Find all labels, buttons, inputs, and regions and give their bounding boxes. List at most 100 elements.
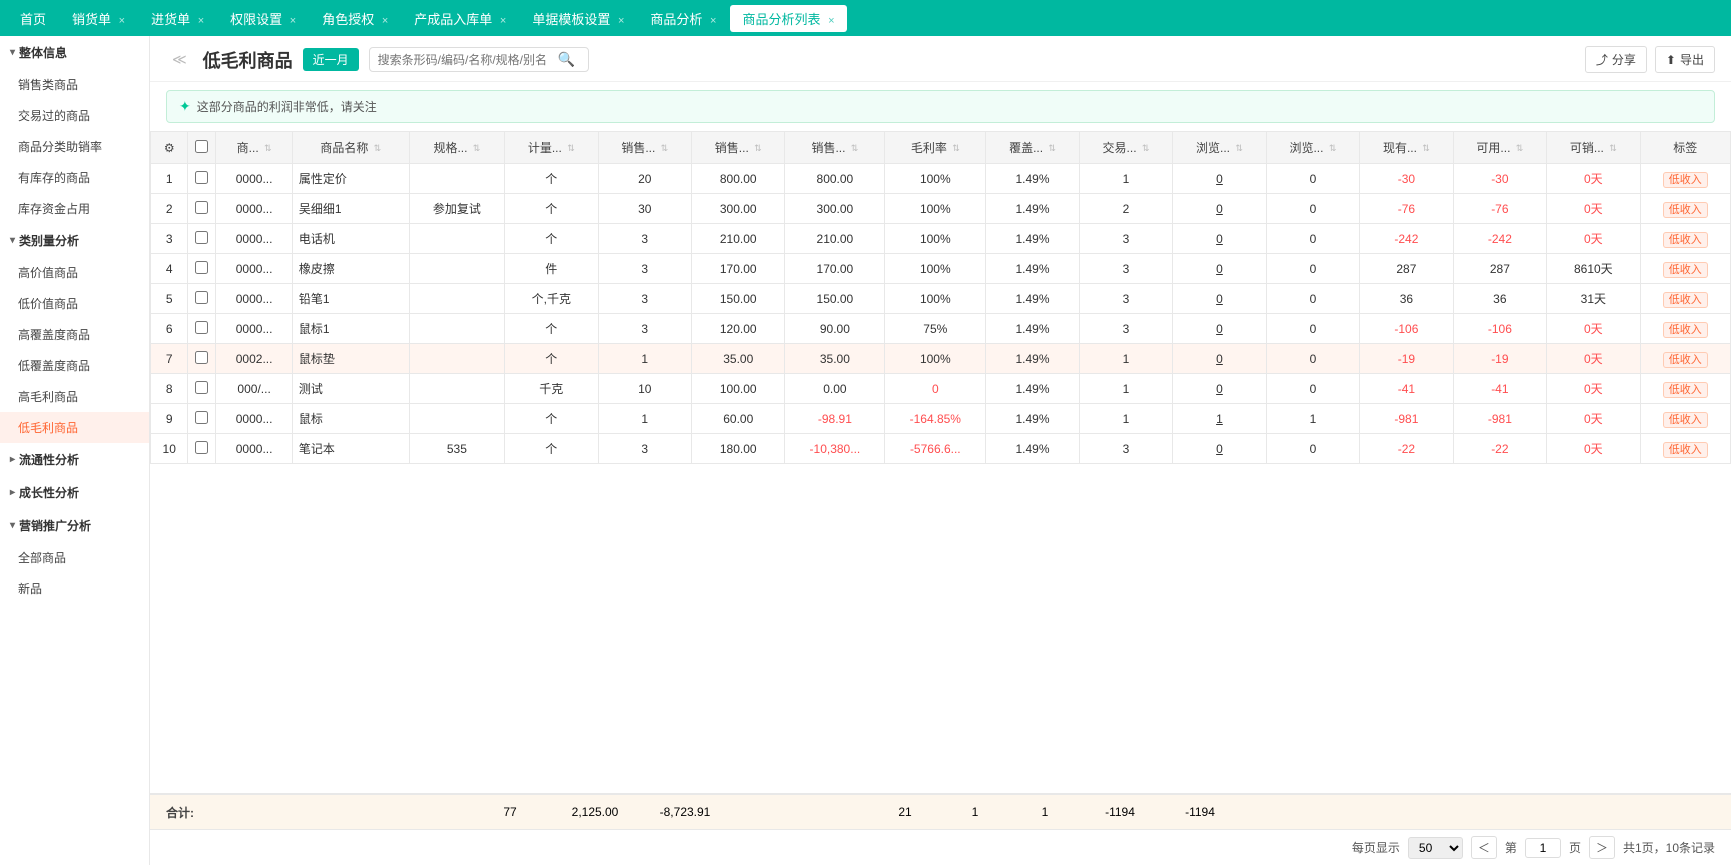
select-all-checkbox[interactable] (195, 140, 208, 153)
col-spec[interactable]: 规格... ⇅ (409, 132, 504, 164)
close-icon[interactable]: × (710, 15, 716, 27)
row-select-checkbox[interactable] (195, 201, 208, 214)
table-container[interactable]: ⚙ 商... ⇅ 商品名称 ⇅ 规格... ⇅ 计量... ⇅ 销售... ⇅ … (150, 131, 1731, 793)
col-transactions[interactable]: 交易... ⇅ (1079, 132, 1172, 164)
row-name[interactable]: 鼠标 (292, 404, 409, 434)
row-name[interactable]: 属性定价 (292, 164, 409, 194)
share-button[interactable]: ⤴ 分享 (1585, 46, 1647, 73)
page-size-select[interactable]: 50 100 200 (1408, 837, 1463, 859)
col-code[interactable]: 商... ⇅ (216, 132, 292, 164)
sidebar-item-high-margin[interactable]: 高毛利商品 (0, 381, 149, 412)
row-select-checkbox[interactable] (195, 291, 208, 304)
row-views1[interactable]: 0 (1173, 374, 1266, 404)
row-views1[interactable]: 0 (1173, 344, 1266, 374)
row-checkbox[interactable] (188, 344, 216, 374)
col-sales-qty[interactable]: 销售... ⇅ (598, 132, 691, 164)
row-select-checkbox[interactable] (195, 171, 208, 184)
nav-item-purchase[interactable]: 进货单 × (139, 5, 216, 32)
col-available-stock[interactable]: 可用... ⇅ (1453, 132, 1546, 164)
nav-item-analysis[interactable]: 商品分析 × (638, 5, 728, 32)
row-views1[interactable]: 0 (1173, 224, 1266, 254)
row-name[interactable]: 电话机 (292, 224, 409, 254)
row-name[interactable]: 鼠标垫 (292, 344, 409, 374)
row-checkbox[interactable] (188, 374, 216, 404)
col-sales-price[interactable]: 销售... ⇅ (692, 132, 785, 164)
row-checkbox[interactable] (188, 164, 216, 194)
row-select-checkbox[interactable] (195, 441, 208, 454)
col-name[interactable]: 商品名称 ⇅ (292, 132, 409, 164)
sidebar-group-category[interactable]: ▾ 类别量分析 (0, 224, 149, 257)
nav-item-permissions[interactable]: 权限设置 × (218, 5, 308, 32)
nav-item-products[interactable]: 产成品入库单 × (402, 5, 518, 32)
time-filter-button[interactable]: 近一月 (303, 48, 359, 71)
nav-item-roles[interactable]: 角色授权 × (310, 5, 400, 32)
row-name[interactable]: 橡皮擦 (292, 254, 409, 284)
col-gross-margin[interactable]: 毛利率 ⇅ (885, 132, 986, 164)
col-current-stock[interactable]: 现有... ⇅ (1360, 132, 1453, 164)
row-checkbox[interactable] (188, 284, 216, 314)
sidebar-item-high-coverage[interactable]: 高覆盖度商品 (0, 319, 149, 350)
row-select-checkbox[interactable] (195, 411, 208, 424)
nav-item-home[interactable]: 首页 (8, 5, 58, 32)
row-select-checkbox[interactable] (195, 321, 208, 334)
row-select-checkbox[interactable] (195, 351, 208, 364)
col-settings[interactable]: ⚙ (151, 132, 188, 164)
col-checkbox[interactable] (188, 132, 216, 164)
sidebar-item-traded-products[interactable]: 交易过的商品 (0, 100, 149, 131)
close-icon[interactable]: × (828, 15, 834, 27)
row-views1[interactable]: 0 (1173, 164, 1266, 194)
row-checkbox[interactable] (188, 254, 216, 284)
next-page-button[interactable]: ＞ (1589, 836, 1615, 859)
export-button[interactable]: ⬆ 导出 (1655, 46, 1715, 73)
sidebar-item-high-value[interactable]: 高价值商品 (0, 257, 149, 288)
row-select-checkbox[interactable] (195, 381, 208, 394)
row-name[interactable]: 鼠标1 (292, 314, 409, 344)
close-icon[interactable]: × (198, 15, 204, 27)
prev-page-button[interactable]: ＜ (1471, 836, 1497, 859)
sidebar-item-category-rate[interactable]: 商品分类助销率 (0, 131, 149, 162)
nav-item-sales[interactable]: 销货单 × (60, 5, 137, 32)
sidebar-item-low-value[interactable]: 低价值商品 (0, 288, 149, 319)
row-views1[interactable]: 0 (1173, 314, 1266, 344)
close-icon[interactable]: × (500, 15, 506, 27)
sidebar-group-growth[interactable]: ▸ 成长性分析 (0, 476, 149, 509)
row-checkbox[interactable] (188, 224, 216, 254)
nav-item-analysis-list[interactable]: 商品分析列表 × (730, 5, 846, 32)
row-views1[interactable]: 0 (1173, 434, 1266, 464)
sidebar-item-low-coverage[interactable]: 低覆盖度商品 (0, 350, 149, 381)
row-name[interactable]: 铅笔1 (292, 284, 409, 314)
close-icon[interactable]: × (290, 15, 296, 27)
sidebar-item-in-stock[interactable]: 有库存的商品 (0, 162, 149, 193)
close-icon[interactable]: × (382, 15, 388, 27)
sidebar-group-marketing[interactable]: ▾ 营销推广分析 (0, 509, 149, 542)
col-sellable-days[interactable]: 可销... ⇅ (1547, 132, 1640, 164)
nav-item-templates[interactable]: 单据模板设置 × (520, 5, 636, 32)
row-name[interactable]: 吴细细1 (292, 194, 409, 224)
col-unit[interactable]: 计量... ⇅ (505, 132, 598, 164)
row-checkbox[interactable] (188, 404, 216, 434)
close-icon[interactable]: × (119, 15, 125, 27)
row-views1[interactable]: 0 (1173, 254, 1266, 284)
col-views2[interactable]: 浏览... ⇅ (1266, 132, 1359, 164)
row-views1[interactable]: 1 (1173, 404, 1266, 434)
row-name[interactable]: 测试 (292, 374, 409, 404)
sidebar-item-all-products[interactable]: 全部商品 (0, 542, 149, 573)
col-coverage[interactable]: 覆盖... ⇅ (986, 132, 1079, 164)
row-select-checkbox[interactable] (195, 231, 208, 244)
sidebar-collapse-btn[interactable]: ≪ (166, 51, 193, 68)
row-name[interactable]: 笔记本 (292, 434, 409, 464)
sidebar-group-circulation[interactable]: ▸ 流通性分析 (0, 443, 149, 476)
col-sales-profit[interactable]: 销售... ⇅ (785, 132, 885, 164)
row-views1[interactable]: 0 (1173, 194, 1266, 224)
row-views1[interactable]: 0 (1173, 284, 1266, 314)
sidebar-item-low-margin[interactable]: 低毛利商品 (0, 412, 149, 443)
sidebar-group-overall[interactable]: ▾ 整体信息 (0, 36, 149, 69)
row-checkbox[interactable] (188, 314, 216, 344)
sidebar-item-stock-capital[interactable]: 库存资金占用 (0, 193, 149, 224)
col-views1[interactable]: 浏览... ⇅ (1173, 132, 1266, 164)
row-checkbox[interactable] (188, 434, 216, 464)
sidebar-item-new-products[interactable]: 新品 (0, 573, 149, 604)
sidebar-item-sales-products[interactable]: 销售类商品 (0, 69, 149, 100)
row-select-checkbox[interactable] (195, 261, 208, 274)
row-checkbox[interactable] (188, 194, 216, 224)
